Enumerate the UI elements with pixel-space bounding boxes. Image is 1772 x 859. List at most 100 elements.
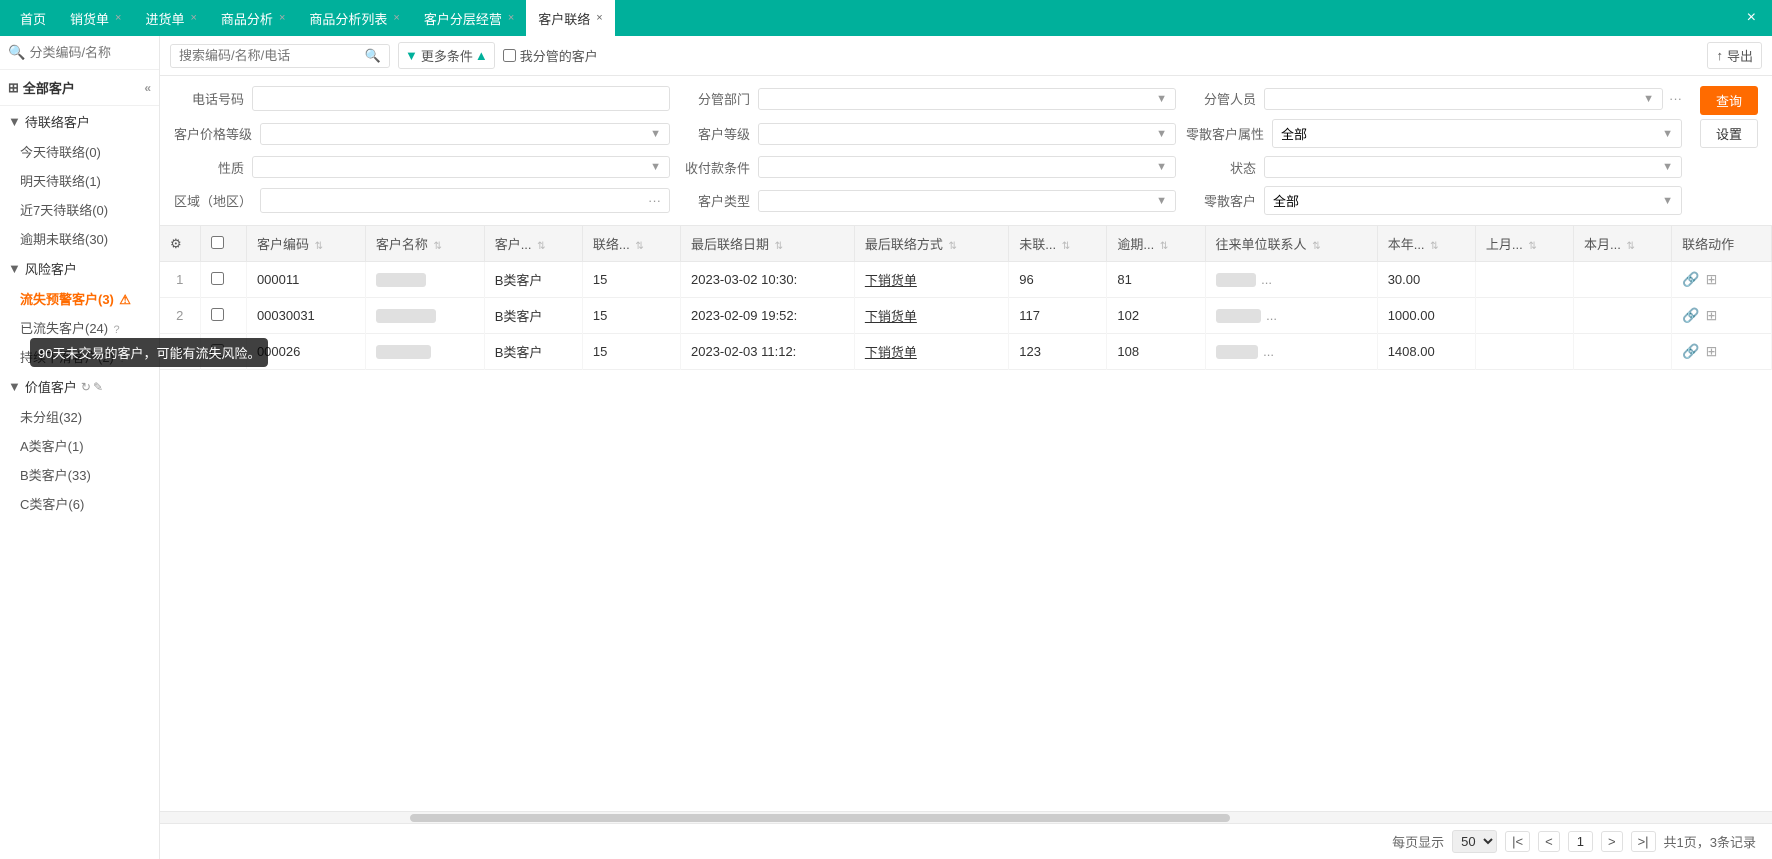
- per-page-select[interactable]: 50: [1452, 830, 1497, 853]
- row-contact-num: 15: [582, 262, 680, 298]
- tab-analysis[interactable]: 商品分析 ×: [209, 0, 297, 36]
- sidebar-item-class-b[interactable]: B类客户(33): [0, 460, 159, 489]
- row-last-way: 下销货单: [854, 334, 1008, 370]
- col-overdue[interactable]: 逾期... ⇅: [1107, 226, 1205, 262]
- sidebar-item-today[interactable]: 今天待联络(0): [0, 137, 159, 166]
- dept-select[interactable]: ▼: [758, 88, 1176, 110]
- close-analysis-tab[interactable]: ×: [279, 12, 285, 24]
- row-name: [365, 298, 484, 334]
- export-button[interactable]: ↑ 导出: [1707, 42, 1762, 69]
- my-customers-checkbox-label[interactable]: 我分管的客户: [503, 46, 598, 65]
- settings-button[interactable]: 设置: [1700, 119, 1758, 148]
- grid-action-icon[interactable]: ⊞: [1706, 307, 1718, 324]
- status-select[interactable]: ▼: [1264, 156, 1682, 178]
- filter-region: 区域（地区） ···: [174, 188, 670, 213]
- col-uncontacted[interactable]: 未联... ⇅: [1009, 226, 1107, 262]
- region-dots-icon[interactable]: ···: [648, 193, 661, 208]
- query-button[interactable]: 查询: [1700, 86, 1758, 115]
- sidebar-item-class-a[interactable]: A类客户(1): [0, 431, 159, 460]
- filter-row-4: 区域（地区） ··· 客户类型 ▼: [174, 186, 1682, 215]
- sidebar-item-ungrouped[interactable]: 未分组(32): [0, 402, 159, 431]
- scatter-customer-select[interactable]: 全部 ▼: [1264, 186, 1682, 215]
- tab-sales[interactable]: 销货单 ×: [58, 0, 133, 36]
- sidebar-item-tomorrow[interactable]: 明天待联络(1): [0, 166, 159, 195]
- close-purchase-tab[interactable]: ×: [190, 12, 196, 24]
- col-last-date[interactable]: 最后联络日期 ⇅: [681, 226, 855, 262]
- sidebar-group-value[interactable]: ▼ 价值客户 ↻ ✎: [0, 371, 159, 402]
- sidebar-item-overdue[interactable]: 逾期未联络(30): [0, 224, 159, 253]
- col-settings[interactable]: ⚙: [160, 226, 200, 262]
- edit-icon[interactable]: ✎: [93, 380, 103, 394]
- col-name[interactable]: 客户名称 ⇅: [365, 226, 484, 262]
- col-type[interactable]: 客户... ⇅: [484, 226, 582, 262]
- scrollbar-thumb[interactable]: [410, 814, 1230, 822]
- row-checkbox[interactable]: [211, 272, 224, 285]
- nature-select[interactable]: ▼: [252, 156, 670, 178]
- filter-customer-type: 客户类型 ▼: [680, 190, 1176, 212]
- tab-analysis-list[interactable]: 商品分析列表 ×: [297, 0, 411, 36]
- row-contact-num: 15: [582, 298, 680, 334]
- sort-icon-name: ⇅: [433, 241, 441, 252]
- prev-page-button[interactable]: <: [1538, 831, 1560, 852]
- manager-select[interactable]: ▼: [1264, 88, 1663, 110]
- close-customer-tier-tab[interactable]: ×: [508, 12, 514, 24]
- last-page-button[interactable]: >|: [1631, 831, 1656, 852]
- close-analysis-list-tab[interactable]: ×: [393, 12, 399, 24]
- row-checkbox[interactable]: [211, 308, 224, 321]
- col-this-year[interactable]: 本年... ⇅: [1377, 226, 1475, 262]
- link-icon[interactable]: 🔗: [1682, 343, 1699, 360]
- my-customers-checkbox[interactable]: [503, 49, 516, 62]
- close-customer-link-tab[interactable]: ×: [596, 12, 602, 24]
- sidebar-item-7days[interactable]: 近7天待联络(0): [0, 195, 159, 224]
- scatter-attr-select[interactable]: 全部 ▼: [1272, 119, 1682, 148]
- search-submit-icon[interactable]: 🔍: [365, 48, 381, 64]
- chevron-down-icon-8: ▼: [1662, 161, 1673, 173]
- tab-customer-tier[interactable]: 客户分层经营 ×: [412, 0, 526, 36]
- customer-type-select[interactable]: ▼: [758, 190, 1176, 212]
- action-buttons: 查询 设置: [1700, 86, 1758, 215]
- customers-table: ⚙ 客户编码 ⇅ 客户名称 ⇅ 客户... ⇅: [160, 226, 1772, 370]
- refresh-icon[interactable]: ↻: [81, 380, 91, 394]
- chevron-up-icon: ▲: [475, 48, 488, 63]
- dots-icon[interactable]: ···: [1669, 91, 1682, 106]
- search-input[interactable]: [179, 48, 361, 63]
- col-contact-num[interactable]: 联络... ⇅: [582, 226, 680, 262]
- phone-input[interactable]: [252, 86, 670, 111]
- tab-home[interactable]: 首页: [8, 0, 58, 36]
- horizontal-scrollbar[interactable]: [160, 811, 1772, 823]
- current-page: 1: [1568, 831, 1593, 852]
- sidebar-group-pending[interactable]: ▼ 待联络客户: [0, 106, 159, 137]
- customer-grade-select[interactable]: ▼: [758, 123, 1176, 145]
- tab-customer-link[interactable]: 客户联络 ×: [526, 0, 614, 36]
- window-close-button[interactable]: ×: [1739, 9, 1764, 27]
- sort-icon-type: ⇅: [537, 241, 545, 252]
- close-sales-tab[interactable]: ×: [115, 12, 121, 24]
- next-page-button[interactable]: >: [1601, 831, 1623, 852]
- col-last-way[interactable]: 最后联络方式 ⇅: [854, 226, 1008, 262]
- col-last-month[interactable]: 上月... ⇅: [1475, 226, 1573, 262]
- col-contact-person[interactable]: 往来单位联系人 ⇅: [1205, 226, 1377, 262]
- sidebar-search-input[interactable]: [29, 45, 151, 60]
- col-code[interactable]: 客户编码 ⇅: [246, 226, 365, 262]
- row-checkbox-cell: [200, 262, 246, 298]
- sidebar-all-customers[interactable]: ⊞ 全部客户 «: [0, 70, 159, 106]
- grid-action-icon[interactable]: ⊞: [1706, 343, 1718, 360]
- sidebar-item-class-c[interactable]: C类客户(6): [0, 489, 159, 518]
- first-page-button[interactable]: |<: [1505, 831, 1530, 852]
- sort-icon-person: ⇅: [1312, 241, 1320, 252]
- row-contact-person: ...: [1205, 334, 1377, 370]
- risk-tooltip: 90天未交易的客户，可能有流失风险。: [30, 338, 160, 367]
- sidebar-item-churn-warning[interactable]: 流失预警客户(3) ⚠: [0, 284, 159, 313]
- sidebar-search-wrap: 🔍: [0, 36, 159, 70]
- tab-purchase[interactable]: 进货单 ×: [133, 0, 208, 36]
- price-grade-select[interactable]: ▼: [260, 123, 670, 145]
- col-this-month[interactable]: 本月... ⇅: [1574, 226, 1672, 262]
- link-icon[interactable]: 🔗: [1682, 271, 1699, 288]
- select-all-checkbox[interactable]: [211, 236, 224, 249]
- region-select[interactable]: ···: [260, 188, 670, 213]
- sidebar-group-risk[interactable]: ▼ 风险客户: [0, 253, 159, 284]
- more-filter-button[interactable]: ▼ 更多条件 ▲: [398, 42, 495, 69]
- payment-select[interactable]: ▼: [758, 156, 1176, 178]
- grid-action-icon[interactable]: ⊞: [1706, 271, 1718, 288]
- link-icon[interactable]: 🔗: [1682, 307, 1699, 324]
